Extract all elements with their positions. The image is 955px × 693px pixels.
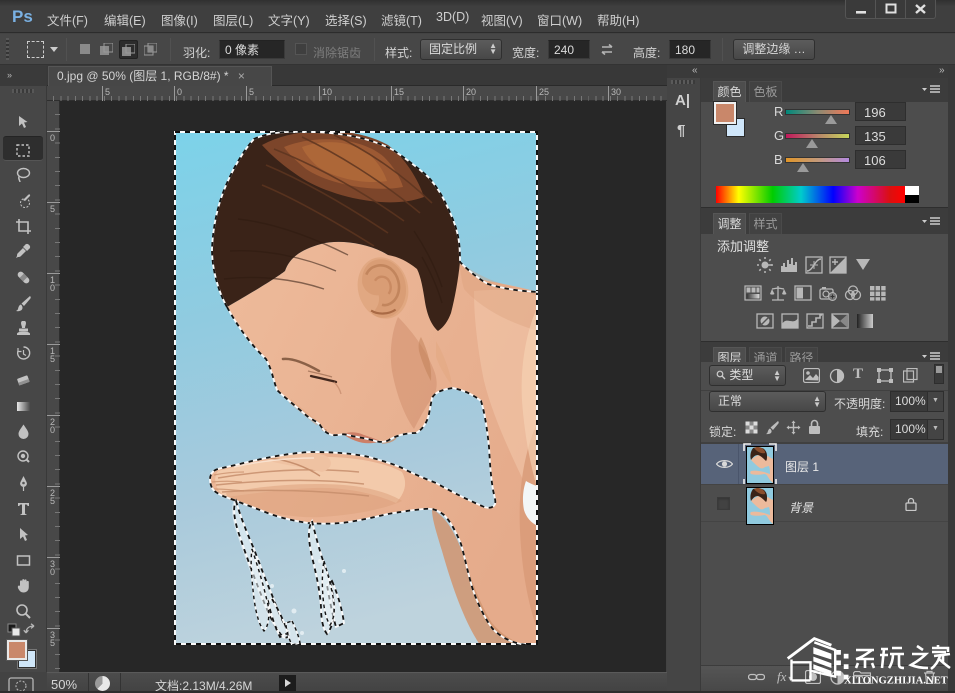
svg-text:XITONGZHIJIA.NET: XITONGZHIJIA.NET [844,676,948,687]
